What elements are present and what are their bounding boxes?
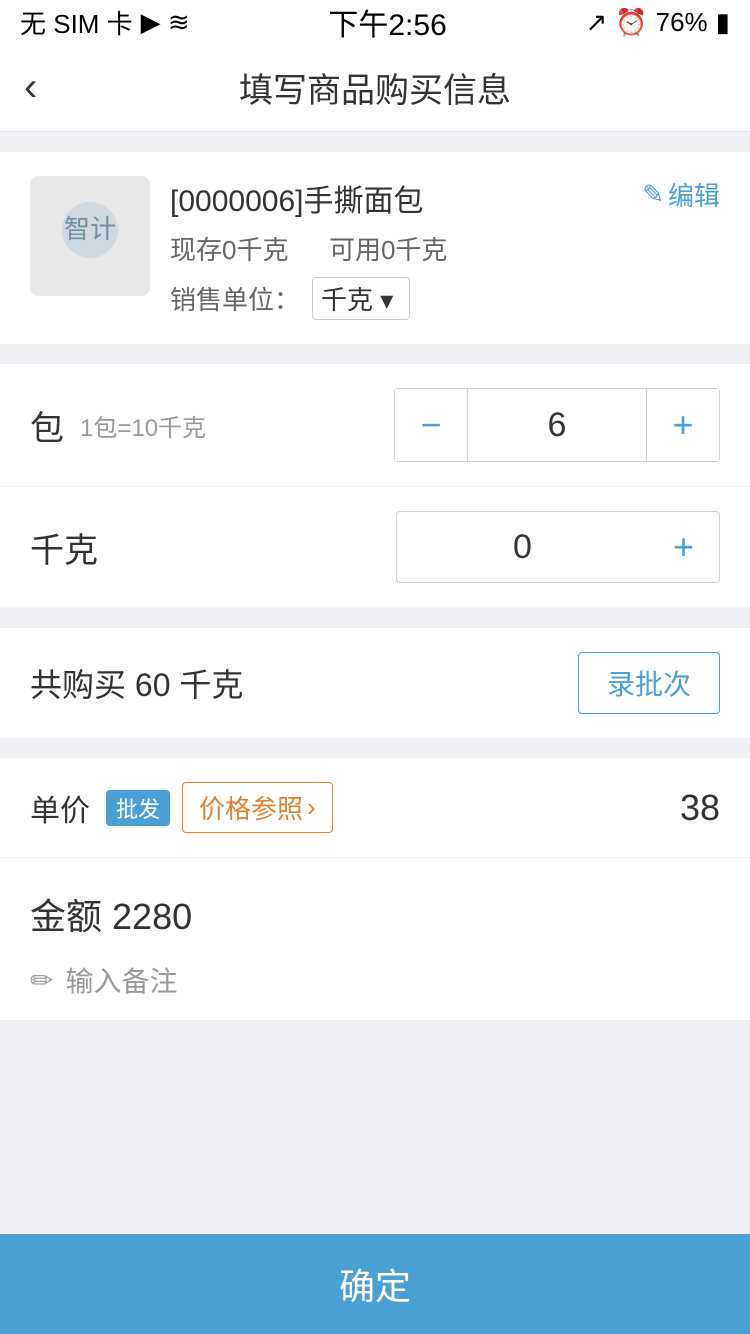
battery-icon: ▮ [716,7,730,38]
bao-label-text: 包 [30,401,64,450]
price-value: 38 [680,787,720,829]
price-section: 单价 批发 价格参照 › 38 [0,758,750,858]
bao-quantity-row: 包 1包=10千克 − + [0,364,750,487]
wifi-icon: ▶ ≋ [141,7,190,38]
amount-label: 金额 [30,896,102,937]
bao-plus-button[interactable]: + [647,389,719,461]
product-stock: 现存0千克 可用0千克 [170,230,720,267]
unit-select[interactable]: 千克 ▾ [312,277,410,320]
bao-hint: 1包=10千克 [80,408,206,443]
product-name: [0000006]手撕面包 [170,176,642,220]
batch-button[interactable]: 录批次 [578,652,720,714]
product-name-row: [0000006]手撕面包 ✎ 编辑 [170,176,720,220]
bao-minus-button[interactable]: − [395,389,467,461]
product-card: 智计 [0000006]手撕面包 ✎ 编辑 现存0千克 可用0千克 销售单位： [0,152,750,344]
amount-value: 2280 [112,896,192,937]
kg-label: 千克 [30,523,98,572]
product-image: 智计 [30,176,150,296]
price-type-tag: 批发 [106,790,170,826]
price-ref-button[interactable]: 价格参照 › [182,782,333,833]
kg-quantity-row: 千克 + [0,487,750,608]
nav-bar: ‹ 填写商品购买信息 [0,44,750,132]
summary-text: 共购买 60 千克 [30,660,243,706]
back-button[interactable]: ‹ [24,65,37,110]
page-title: 填写商品购买信息 [239,63,511,112]
confirm-button[interactable]: 确定 [339,1258,411,1310]
amount-text: 金额 2280 [30,888,720,940]
main-content: 智计 [0000006]手撕面包 ✎ 编辑 现存0千克 可用0千克 销售单位： [0,152,750,1140]
kg-quantity-input[interactable] [396,511,648,583]
edit-button[interactable]: ✎ 编辑 [642,176,720,213]
status-bar: 无 SIM 卡 ▶ ≋ 下午2:56 ↗ ⏰ 76% ▮ [0,0,750,44]
edit-icon: ✎ [642,179,664,210]
alarm-icon: ⏰ [615,7,647,38]
kg-quantity-control: + [396,511,720,583]
stock-current: 现存0千克 [170,235,288,265]
price-label: 单价 [30,786,90,830]
bao-quantity-input[interactable] [467,389,647,461]
bao-quantity-control: − + [394,388,720,462]
bao-label: 包 1包=10千克 [30,401,206,450]
status-bar-right: ↗ ⏰ 76% ▮ [585,7,730,38]
stock-available: 可用0千克 [329,235,447,265]
product-info: [0000006]手撕面包 ✎ 编辑 现存0千克 可用0千克 销售单位： 千克 … [170,176,720,320]
price-ref-arrow-icon: › [307,792,316,823]
summary-section: 共购买 60 千克 录批次 [0,628,750,738]
product-unit-row: 销售单位： 千克 ▾ [170,277,720,320]
edit-label: 编辑 [668,176,720,213]
product-thumbnail-icon: 智计 [60,200,120,272]
unit-label: 销售单位： [170,280,300,317]
location-icon: ↗ [585,7,607,38]
confirm-footer[interactable]: 确定 [0,1234,750,1334]
bao-section: 包 1包=10千克 − + 千克 + [0,364,750,608]
status-bar-left: 无 SIM 卡 ▶ ≋ [20,4,190,41]
remark-icon: ✏ [30,964,53,997]
price-ref-label: 价格参照 [199,789,303,826]
unit-dropdown-icon: ▾ [380,285,393,315]
unit-value: 千克 [321,285,373,315]
stock-spacer [296,235,322,265]
remark-label: 输入备注 [65,960,177,1000]
remark-row[interactable]: ✏ 输入备注 [30,960,720,1000]
battery-level: 76% [656,7,708,38]
status-bar-time: 下午2:56 [328,0,446,44]
kg-label-text: 千克 [30,523,98,572]
amount-section: 金额 2280 ✏ 输入备注 [0,858,750,1020]
kg-plus-button[interactable]: + [648,511,720,583]
sim-status: 无 SIM 卡 [20,4,133,41]
svg-text:智计: 智计 [64,214,116,244]
